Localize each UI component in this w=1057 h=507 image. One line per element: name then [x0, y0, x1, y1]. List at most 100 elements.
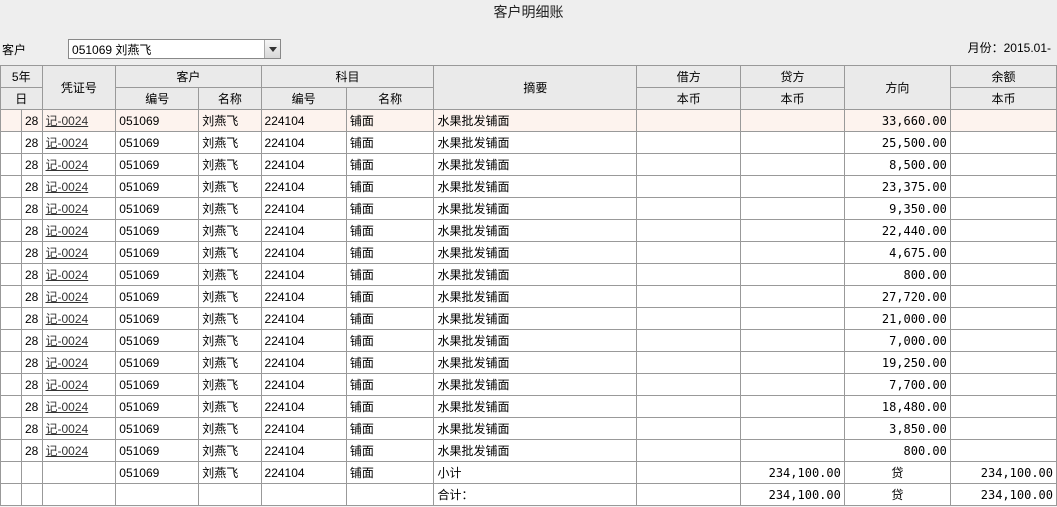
cell-day: 28 [21, 440, 42, 462]
th-voucher: 凭证号 [42, 66, 116, 110]
filter-header: 客户明细账 客户 051069 刘燕飞 月份：2015.01- [0, 0, 1057, 65]
cell-summary: 水果批发铺面 [434, 198, 637, 220]
cell-voucher[interactable]: 记-0024 [42, 132, 116, 154]
cell-balance [950, 418, 1056, 440]
cell-voucher[interactable]: 记-0024 [42, 330, 116, 352]
cell-balance [950, 198, 1056, 220]
cell-cust-code: 051069 [116, 330, 199, 352]
cell-blank [1, 352, 22, 374]
table-row[interactable]: 28记-0024051069刘燕飞224104铺面水果批发铺面7,700.00 [1, 374, 1057, 396]
cell-debit [637, 308, 741, 330]
cell-voucher[interactable]: 记-0024 [42, 440, 116, 462]
cell-voucher[interactable]: 记-0024 [42, 396, 116, 418]
cell-debit [637, 330, 741, 352]
cell-voucher[interactable]: 记-0024 [42, 176, 116, 198]
cell-day: 28 [21, 264, 42, 286]
cell-summary: 水果批发铺面 [434, 132, 637, 154]
cell-balance: 234,100.00 [950, 462, 1056, 484]
cell-subj-code: 224104 [261, 264, 346, 286]
cell-cust-name: 刘燕飞 [199, 220, 261, 242]
cell-day: 28 [21, 396, 42, 418]
cell-blank [1, 330, 22, 352]
table-row[interactable]: 28记-0024051069刘燕飞224104铺面水果批发铺面9,350.00 [1, 198, 1057, 220]
table-row[interactable]: 28记-0024051069刘燕飞224104铺面水果批发铺面33,660.00 [1, 110, 1057, 132]
cell-summary: 水果批发铺面 [434, 154, 637, 176]
cell-day: 28 [21, 330, 42, 352]
cell-cust-code: 051069 [116, 198, 199, 220]
cell-voucher [42, 484, 116, 506]
th-subject-code: 编号 [261, 88, 346, 110]
cell-subj-name: 铺面 [346, 352, 434, 374]
cell-cust-name: 刘燕飞 [199, 352, 261, 374]
cell-voucher[interactable]: 记-0024 [42, 308, 116, 330]
cell-debit [637, 242, 741, 264]
table-row[interactable]: 28记-0024051069刘燕飞224104铺面水果批发铺面23,375.00 [1, 176, 1057, 198]
cell-summary: 水果批发铺面 [434, 396, 637, 418]
cell-cust-name: 刘燕飞 [199, 286, 261, 308]
table-row[interactable]: 28记-0024051069刘燕飞224104铺面水果批发铺面800.00 [1, 264, 1057, 286]
cell-cust-name: 刘燕飞 [199, 330, 261, 352]
cell-day: 28 [21, 352, 42, 374]
cell-cust-code: 051069 [116, 462, 199, 484]
cell-subj-code: 224104 [261, 440, 346, 462]
cell-day [21, 484, 42, 506]
cell-credit [741, 176, 845, 198]
cell-cust-code: 051069 [116, 154, 199, 176]
table-row[interactable]: 28记-0024051069刘燕飞224104铺面水果批发铺面21,000.00 [1, 308, 1057, 330]
customer-select[interactable]: 051069 刘燕飞 [68, 39, 281, 59]
cell-voucher[interactable]: 记-0024 [42, 220, 116, 242]
cell-voucher[interactable]: 记-0024 [42, 352, 116, 374]
cell-summary: 水果批发铺面 [434, 352, 637, 374]
table-row[interactable]: 28记-0024051069刘燕飞224104铺面水果批发铺面4,675.00 [1, 242, 1057, 264]
cell-cust-code [116, 484, 199, 506]
cell-summary: 水果批发铺面 [434, 374, 637, 396]
cell-subj-code: 224104 [261, 352, 346, 374]
cell-direction: 8,500.00 [844, 154, 950, 176]
cell-cust-name: 刘燕飞 [199, 154, 261, 176]
cell-voucher[interactable]: 记-0024 [42, 110, 116, 132]
cell-voucher[interactable]: 记-0024 [42, 154, 116, 176]
cell-voucher[interactable]: 记-0024 [42, 242, 116, 264]
cell-voucher[interactable]: 记-0024 [42, 418, 116, 440]
cell-day [21, 462, 42, 484]
table-row[interactable]: 28记-0024051069刘燕飞224104铺面水果批发铺面22,440.00 [1, 220, 1057, 242]
cell-credit [741, 374, 845, 396]
table-row[interactable]: 28记-0024051069刘燕飞224104铺面水果批发铺面19,250.00 [1, 352, 1057, 374]
cell-credit [741, 132, 845, 154]
cell-summary: 水果批发铺面 [434, 242, 637, 264]
cell-debit [637, 220, 741, 242]
table-row[interactable]: 28记-0024051069刘燕飞224104铺面水果批发铺面8,500.00 [1, 154, 1057, 176]
chevron-down-icon[interactable] [264, 40, 280, 58]
cell-direction: 7,700.00 [844, 374, 950, 396]
cell-blank [1, 176, 22, 198]
cell-summary: 合计： [434, 484, 637, 506]
table-row[interactable]: 28记-0024051069刘燕飞224104铺面水果批发铺面18,480.00 [1, 396, 1057, 418]
cell-voucher[interactable]: 记-0024 [42, 286, 116, 308]
cell-blank [1, 242, 22, 264]
cell-cust-name: 刘燕飞 [199, 418, 261, 440]
table-row[interactable]: 28记-0024051069刘燕飞224104铺面水果批发铺面27,720.00 [1, 286, 1057, 308]
cell-voucher[interactable]: 记-0024 [42, 374, 116, 396]
table-row[interactable]: 28记-0024051069刘燕飞224104铺面水果批发铺面25,500.00 [1, 132, 1057, 154]
cell-summary: 水果批发铺面 [434, 308, 637, 330]
cell-voucher[interactable]: 记-0024 [42, 264, 116, 286]
cell-cust-code: 051069 [116, 286, 199, 308]
th-balance-group: 余额 [950, 66, 1056, 88]
th-summary: 摘要 [434, 66, 637, 110]
table-row[interactable]: 28记-0024051069刘燕飞224104铺面水果批发铺面3,850.00 [1, 418, 1057, 440]
cell-subj-name: 铺面 [346, 396, 434, 418]
cell-summary: 水果批发铺面 [434, 330, 637, 352]
table-row[interactable]: 28记-0024051069刘燕飞224104铺面水果批发铺面800.00 [1, 440, 1057, 462]
cell-direction: 25,500.00 [844, 132, 950, 154]
cell-voucher[interactable]: 记-0024 [42, 198, 116, 220]
cell-debit [637, 110, 741, 132]
cell-debit [637, 418, 741, 440]
th-balance-sub: 本币 [950, 88, 1056, 110]
th-direction: 方向 [844, 66, 950, 110]
cell-credit [741, 110, 845, 132]
cell-cust-code: 051069 [116, 352, 199, 374]
cell-summary: 水果批发铺面 [434, 220, 637, 242]
table-row[interactable]: 28记-0024051069刘燕飞224104铺面水果批发铺面7,000.00 [1, 330, 1057, 352]
cell-credit [741, 154, 845, 176]
cell-day: 28 [21, 242, 42, 264]
